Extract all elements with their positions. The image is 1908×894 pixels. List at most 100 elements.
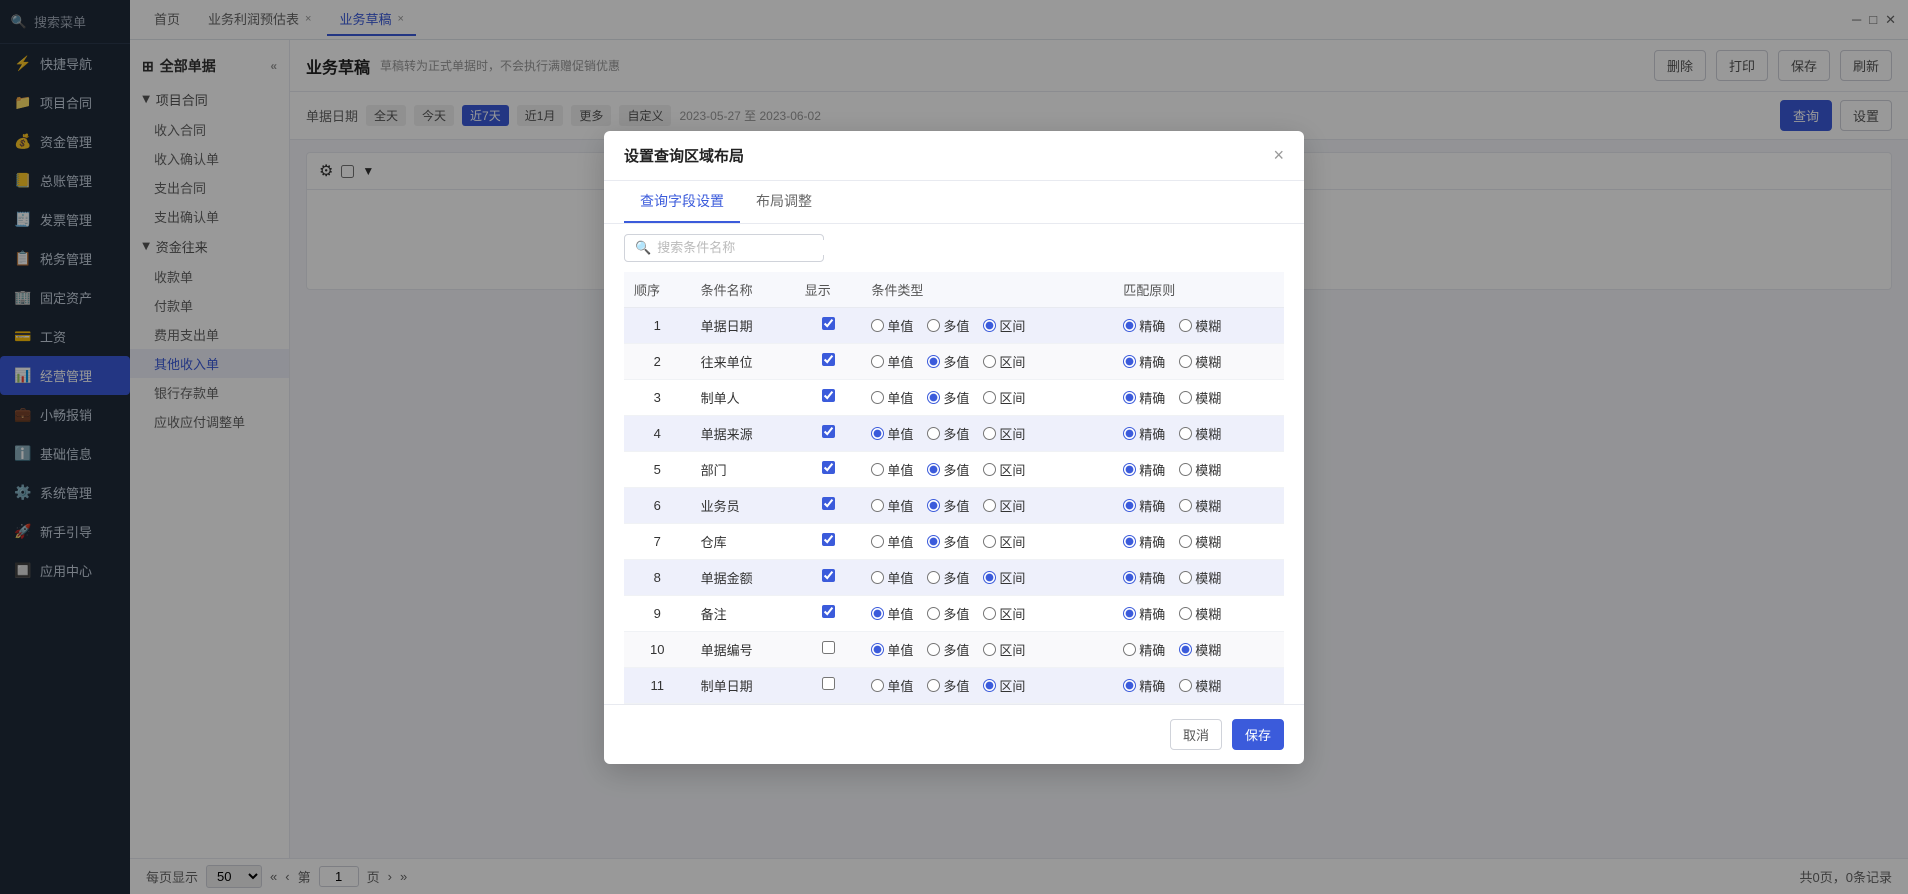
match-radio[interactable] (1179, 571, 1192, 584)
type-radio-label[interactable]: 多值 (927, 496, 969, 515)
type-radio[interactable] (871, 499, 884, 512)
match-radio-label[interactable]: 模糊 (1179, 388, 1221, 407)
search-input[interactable] (657, 240, 833, 255)
type-radio[interactable] (871, 679, 884, 692)
match-radio[interactable] (1179, 463, 1192, 476)
type-radio[interactable] (983, 499, 996, 512)
match-radio[interactable] (1179, 427, 1192, 440)
match-radio-label[interactable]: 精确 (1123, 640, 1165, 659)
type-radio-label[interactable]: 单值 (871, 496, 913, 515)
type-radio-label[interactable]: 区间 (983, 316, 1025, 335)
type-radio[interactable] (871, 643, 884, 656)
type-radio-label[interactable]: 单值 (871, 316, 913, 335)
type-radio[interactable] (871, 571, 884, 584)
type-radio-label[interactable]: 单值 (871, 676, 913, 695)
type-radio[interactable] (927, 355, 940, 368)
display-checkbox[interactable] (822, 317, 835, 330)
type-radio[interactable] (927, 427, 940, 440)
type-radio-label[interactable]: 单值 (871, 388, 913, 407)
display-checkbox[interactable] (822, 461, 835, 474)
match-radio-label[interactable]: 精确 (1123, 388, 1165, 407)
type-radio-label[interactable]: 多值 (927, 532, 969, 551)
match-radio-label[interactable]: 精确 (1123, 676, 1165, 695)
match-radio-label[interactable]: 模糊 (1179, 604, 1221, 623)
display-checkbox[interactable] (822, 533, 835, 546)
type-radio[interactable] (927, 319, 940, 332)
match-radio[interactable] (1123, 679, 1136, 692)
display-checkbox[interactable] (822, 425, 835, 438)
type-radio-label[interactable]: 多值 (927, 604, 969, 623)
type-radio-label[interactable]: 多值 (927, 568, 969, 587)
match-radio[interactable] (1123, 535, 1136, 548)
display-checkbox[interactable] (822, 641, 835, 654)
type-radio[interactable] (927, 607, 940, 620)
type-radio-label[interactable]: 区间 (983, 568, 1025, 587)
type-radio[interactable] (983, 427, 996, 440)
type-radio-label[interactable]: 单值 (871, 532, 913, 551)
match-radio-label[interactable]: 精确 (1123, 568, 1165, 587)
display-checkbox[interactable] (822, 677, 835, 690)
type-radio[interactable] (871, 391, 884, 404)
match-radio-label[interactable]: 模糊 (1179, 352, 1221, 371)
type-radio-label[interactable]: 区间 (983, 640, 1025, 659)
match-radio-label[interactable]: 精确 (1123, 532, 1165, 551)
match-radio[interactable] (1179, 679, 1192, 692)
match-radio-label[interactable]: 精确 (1123, 604, 1165, 623)
type-radio[interactable] (983, 679, 996, 692)
type-radio-label[interactable]: 单值 (871, 640, 913, 659)
type-radio[interactable] (927, 535, 940, 548)
match-radio[interactable] (1123, 607, 1136, 620)
match-radio[interactable] (1123, 355, 1136, 368)
type-radio-label[interactable]: 单值 (871, 424, 913, 443)
type-radio[interactable] (983, 535, 996, 548)
match-radio-label[interactable]: 模糊 (1179, 676, 1221, 695)
type-radio[interactable] (871, 607, 884, 620)
type-radio-label[interactable]: 区间 (983, 460, 1025, 479)
type-radio-label[interactable]: 单值 (871, 352, 913, 371)
modal-tab-fields[interactable]: 查询字段设置 (624, 181, 740, 223)
match-radio[interactable] (1179, 607, 1192, 620)
type-radio[interactable] (871, 463, 884, 476)
type-radio[interactable] (927, 643, 940, 656)
type-radio-label[interactable]: 多值 (927, 424, 969, 443)
match-radio[interactable] (1179, 391, 1192, 404)
match-radio-label[interactable]: 精确 (1123, 496, 1165, 515)
modal-tab-layout[interactable]: 布局调整 (740, 181, 828, 223)
display-checkbox[interactable] (822, 353, 835, 366)
match-radio-label[interactable]: 模糊 (1179, 460, 1221, 479)
display-checkbox[interactable] (822, 497, 835, 510)
type-radio[interactable] (983, 319, 996, 332)
type-radio[interactable] (983, 463, 996, 476)
type-radio[interactable] (983, 571, 996, 584)
display-checkbox[interactable] (822, 569, 835, 582)
match-radio[interactable] (1123, 463, 1136, 476)
type-radio[interactable] (871, 319, 884, 332)
type-radio-label[interactable]: 单值 (871, 568, 913, 587)
match-radio[interactable] (1123, 427, 1136, 440)
type-radio[interactable] (927, 679, 940, 692)
type-radio[interactable] (927, 463, 940, 476)
match-radio[interactable] (1179, 499, 1192, 512)
match-radio-label[interactable]: 模糊 (1179, 496, 1221, 515)
match-radio-label[interactable]: 模糊 (1179, 568, 1221, 587)
match-radio-label[interactable]: 精确 (1123, 352, 1165, 371)
match-radio-label[interactable]: 模糊 (1179, 316, 1221, 335)
match-radio[interactable] (1179, 643, 1192, 656)
type-radio[interactable] (927, 499, 940, 512)
type-radio-label[interactable]: 区间 (983, 676, 1025, 695)
match-radio[interactable] (1179, 535, 1192, 548)
modal-save-button[interactable]: 保存 (1232, 719, 1284, 750)
match-radio[interactable] (1123, 643, 1136, 656)
type-radio-label[interactable]: 区间 (983, 352, 1025, 371)
type-radio-label[interactable]: 区间 (983, 604, 1025, 623)
match-radio[interactable] (1123, 499, 1136, 512)
match-radio-label[interactable]: 精确 (1123, 424, 1165, 443)
cancel-button[interactable]: 取消 (1170, 719, 1222, 750)
type-radio[interactable] (983, 607, 996, 620)
match-radio-label[interactable]: 模糊 (1179, 532, 1221, 551)
type-radio[interactable] (871, 355, 884, 368)
match-radio-label[interactable]: 精确 (1123, 460, 1165, 479)
type-radio-label[interactable]: 多值 (927, 388, 969, 407)
type-radio-label[interactable]: 单值 (871, 604, 913, 623)
modal-close-button[interactable]: × (1273, 146, 1284, 164)
